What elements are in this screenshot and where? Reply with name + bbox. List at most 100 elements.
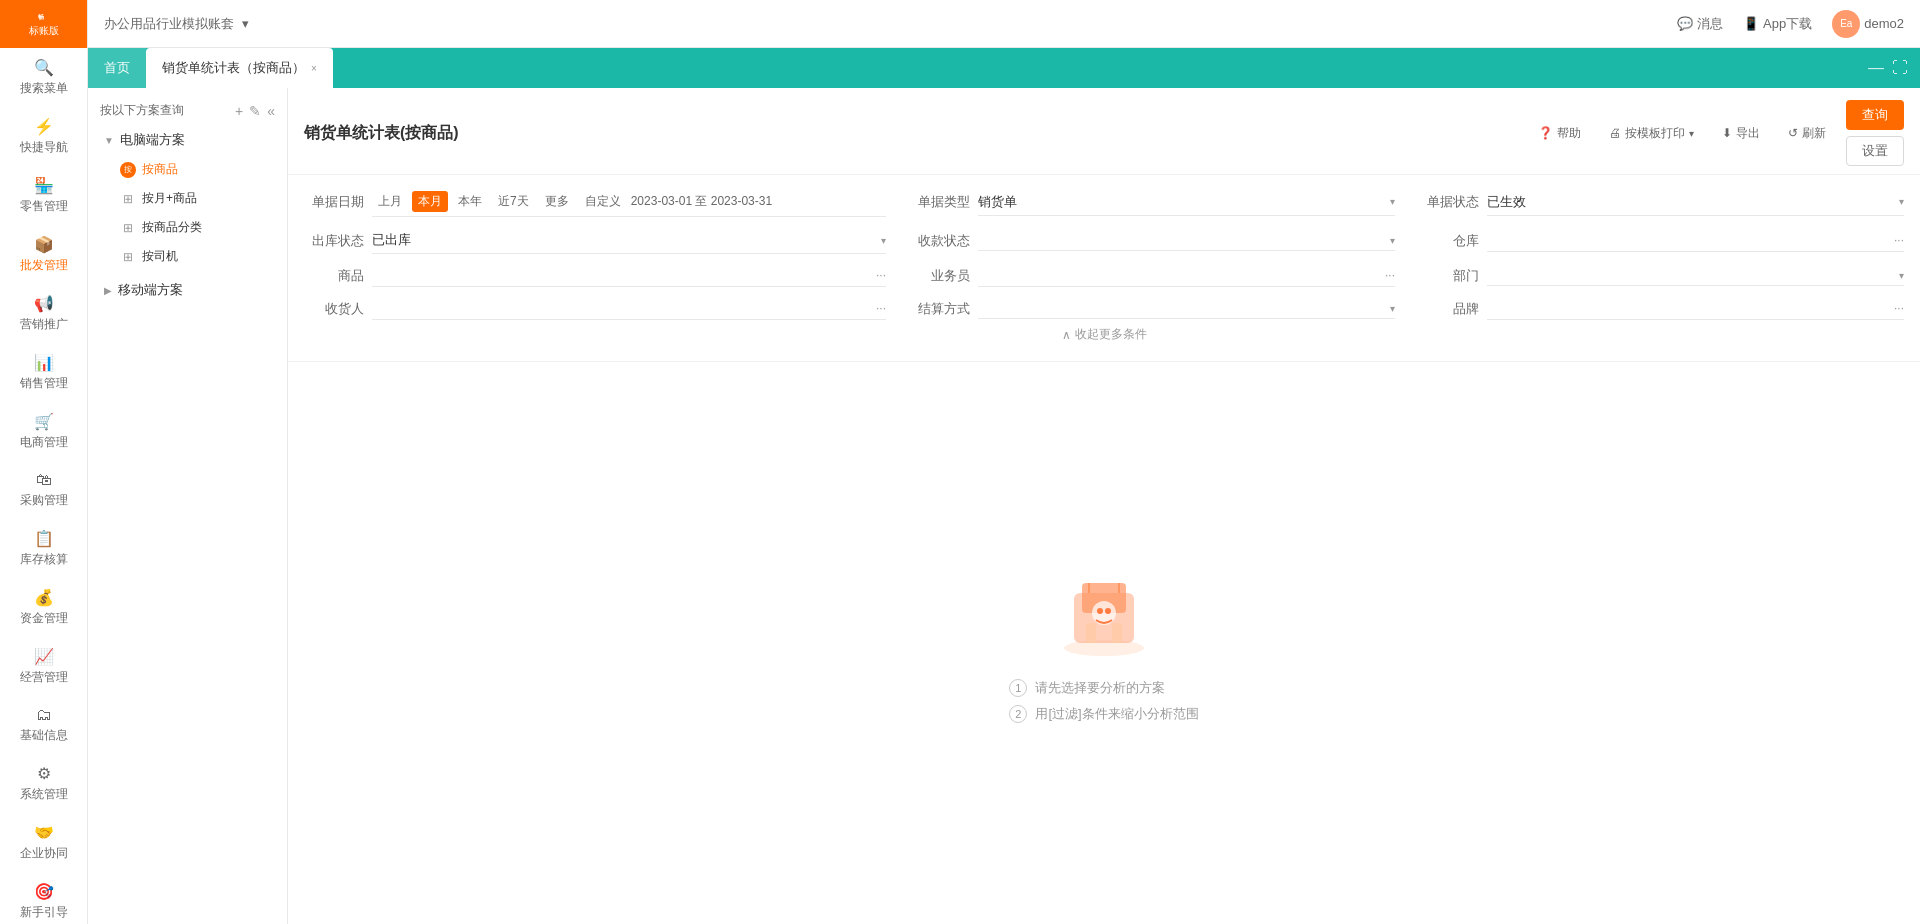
- sidebar-item-finance[interactable]: 💰 资金管理: [0, 578, 87, 637]
- receipt-status-dropdown-icon[interactable]: ▾: [1390, 235, 1395, 246]
- export-label: 导出: [1736, 125, 1760, 142]
- brand-dots-icon[interactable]: ···: [1894, 301, 1904, 315]
- main-area: 办公用品行业模拟账套 ▾ 💬 消息 📱 App下载 Ea demo2 首页: [88, 0, 1920, 924]
- tab-minimize-icon[interactable]: —: [1868, 59, 1884, 77]
- sidebar-item-ecommerce[interactable]: 🛒 电商管理: [0, 402, 87, 461]
- tab-close-icon[interactable]: ×: [311, 63, 317, 74]
- sidebar-item-quicknav[interactable]: ⚡ 快捷导航: [0, 107, 87, 166]
- tree-group-desktop-label: 电脑端方案: [120, 131, 185, 149]
- app-subtitle: 标账版: [29, 24, 59, 38]
- dept-value[interactable]: ▾: [1487, 266, 1904, 286]
- app-download-btn[interactable]: 📱 App下载: [1743, 15, 1812, 33]
- out-status-label: 出库状态: [304, 232, 364, 250]
- print-dropdown-icon: ▾: [1689, 128, 1694, 139]
- date-tab-custom[interactable]: 自定义: [579, 191, 627, 212]
- goods-value[interactable]: ···: [372, 264, 886, 287]
- sidebar-item-search[interactable]: 🔍 搜索菜单: [0, 48, 87, 107]
- date-tab-this-year[interactable]: 本年: [452, 191, 488, 212]
- brand-label: 品牌: [1419, 300, 1479, 318]
- date-tab-7days[interactable]: 近7天: [492, 191, 535, 212]
- user-profile-btn[interactable]: Ea demo2: [1832, 10, 1904, 38]
- export-icon: ⬇: [1722, 126, 1732, 140]
- doc-type-dropdown-icon[interactable]: ▾: [1390, 196, 1395, 207]
- sidebar-item-enterprise[interactable]: 🤝 企业协同: [0, 813, 87, 872]
- tree-child-by-category[interactable]: ⊞ 按商品分类: [88, 213, 287, 242]
- left-panel: 按以下方案查询 + ✎ « ▼ 电脑端方案 按 按商品 ⊞ 按月+商品: [88, 88, 288, 924]
- query-btn[interactable]: 查询: [1846, 100, 1904, 130]
- add-scheme-btn[interactable]: +: [235, 103, 243, 119]
- tree-child-by-goods[interactable]: 按 按商品: [88, 155, 287, 184]
- logo-area: 畅 标账版: [0, 0, 87, 48]
- help-label: 帮助: [1557, 125, 1581, 142]
- export-btn[interactable]: ⬇ 导出: [1714, 121, 1768, 146]
- receiver-value[interactable]: ···: [372, 297, 886, 320]
- sidebar-item-purchase[interactable]: 🛍 采购管理: [0, 461, 87, 519]
- help-icon: ❓: [1538, 126, 1553, 140]
- sidebar-item-inventory[interactable]: 📋 库存核算: [0, 519, 87, 578]
- tree-group-mobile[interactable]: ▶ 移动端方案: [88, 275, 287, 305]
- filter-row-3: 商品 ··· 业务员 ··· 部门: [304, 264, 1904, 287]
- goods-dots-icon[interactable]: ···: [876, 268, 886, 282]
- collapse-panel-btn[interactable]: «: [267, 103, 275, 119]
- settings-btn[interactable]: 设置: [1846, 136, 1904, 166]
- filter-goods: 商品 ···: [304, 264, 886, 287]
- collapse-btn[interactable]: ∧ 收起更多条件: [304, 320, 1904, 349]
- by-category-icon: ⊞: [120, 220, 136, 236]
- tree-arrow-mobile: ▶: [104, 285, 112, 296]
- goods-label: 商品: [304, 267, 364, 285]
- tree-child-by-month-goods[interactable]: ⊞ 按月+商品: [88, 184, 287, 213]
- tab-home[interactable]: 首页: [88, 48, 146, 88]
- date-tab-last-month[interactable]: 上月: [372, 191, 408, 212]
- brand-value[interactable]: ···: [1487, 297, 1904, 320]
- payment-value[interactable]: ▾: [978, 299, 1395, 319]
- date-tab-more[interactable]: 更多: [539, 191, 575, 212]
- message-btn[interactable]: 💬 消息: [1677, 15, 1723, 33]
- doc-status-dropdown-icon[interactable]: ▾: [1899, 196, 1904, 207]
- tab-maximize-icon[interactable]: ⛶: [1892, 59, 1908, 77]
- doc-type-value[interactable]: 销货单 ▾: [978, 189, 1395, 216]
- sidebar-item-wholesale[interactable]: 📦 批发管理: [0, 225, 87, 284]
- top-bar: 办公用品行业模拟账套 ▾ 💬 消息 📱 App下载 Ea demo2: [88, 0, 1920, 48]
- tree-child-by-driver[interactable]: ⊞ 按司机: [88, 242, 287, 271]
- top-bar-right: 💬 消息 📱 App下载 Ea demo2: [1677, 10, 1904, 38]
- page-header: 销货单统计表(按商品) ❓ 帮助 🖨 按模板打印 ▾ ⬇ 导出: [288, 88, 1920, 175]
- edit-scheme-btn[interactable]: ✎: [249, 103, 261, 119]
- sidebar-item-marketing[interactable]: 📢 营销推广: [0, 284, 87, 343]
- payment-dropdown-icon[interactable]: ▾: [1390, 303, 1395, 314]
- refresh-label: 刷新: [1802, 125, 1826, 142]
- receipt-status-value[interactable]: ▾: [978, 231, 1395, 251]
- out-status-dropdown-icon[interactable]: ▾: [881, 235, 886, 246]
- help-btn[interactable]: ❓ 帮助: [1530, 121, 1589, 146]
- warehouse-dots-icon[interactable]: ···: [1894, 233, 1904, 247]
- print-btn[interactable]: 🖨 按模板打印 ▾: [1601, 121, 1702, 146]
- date-tab-this-month[interactable]: 本月: [412, 191, 448, 212]
- sidebar-item-retail[interactable]: 🏪 零售管理: [0, 166, 87, 225]
- avatar: Ea: [1832, 10, 1860, 38]
- sidebar-item-basic[interactable]: 🗂 基础信息: [0, 696, 87, 754]
- salesperson-dots-icon[interactable]: ···: [1385, 268, 1395, 282]
- tab-sales-report[interactable]: 销货单统计表（按商品） ×: [146, 48, 333, 88]
- sidebar-item-system[interactable]: ⚙ 系统管理: [0, 754, 87, 813]
- tree-arrow-desktop: ▼: [104, 135, 114, 146]
- dept-dropdown-icon[interactable]: ▾: [1899, 270, 1904, 281]
- empty-tips: 1 请先选择要分析的方案 2 用[过滤]条件来缩小分析范围: [1009, 679, 1198, 723]
- svg-point-5: [1092, 601, 1116, 625]
- out-status-text: 已出库: [372, 231, 411, 249]
- refresh-btn[interactable]: ↺ 刷新: [1780, 121, 1834, 146]
- warehouse-value[interactable]: ···: [1487, 229, 1904, 252]
- industry-selector[interactable]: 办公用品行业模拟账套 ▾: [104, 15, 249, 33]
- tree-group-desktop[interactable]: ▼ 电脑端方案: [88, 125, 287, 155]
- receiver-dots-icon[interactable]: ···: [876, 301, 886, 315]
- tree-child-by-month-goods-label: 按月+商品: [142, 190, 197, 207]
- filter-warehouse: 仓库 ···: [1419, 229, 1904, 252]
- svg-rect-10: [1086, 623, 1096, 643]
- salesperson-value[interactable]: ···: [978, 264, 1395, 287]
- doc-status-value[interactable]: 已生效 ▾: [1487, 189, 1904, 216]
- app-download-label: App下载: [1763, 15, 1812, 33]
- sidebar-item-operation[interactable]: 📈 经营管理: [0, 637, 87, 696]
- tab-home-label: 首页: [104, 59, 130, 77]
- sidebar-item-sales[interactable]: 📊 销售管理: [0, 343, 87, 402]
- sidebar-item-guide[interactable]: 🎯 新手引导: [0, 872, 87, 924]
- date-range-value: 2023-03-01 至 2023-03-31: [631, 193, 772, 210]
- out-status-value[interactable]: 已出库 ▾: [372, 227, 886, 254]
